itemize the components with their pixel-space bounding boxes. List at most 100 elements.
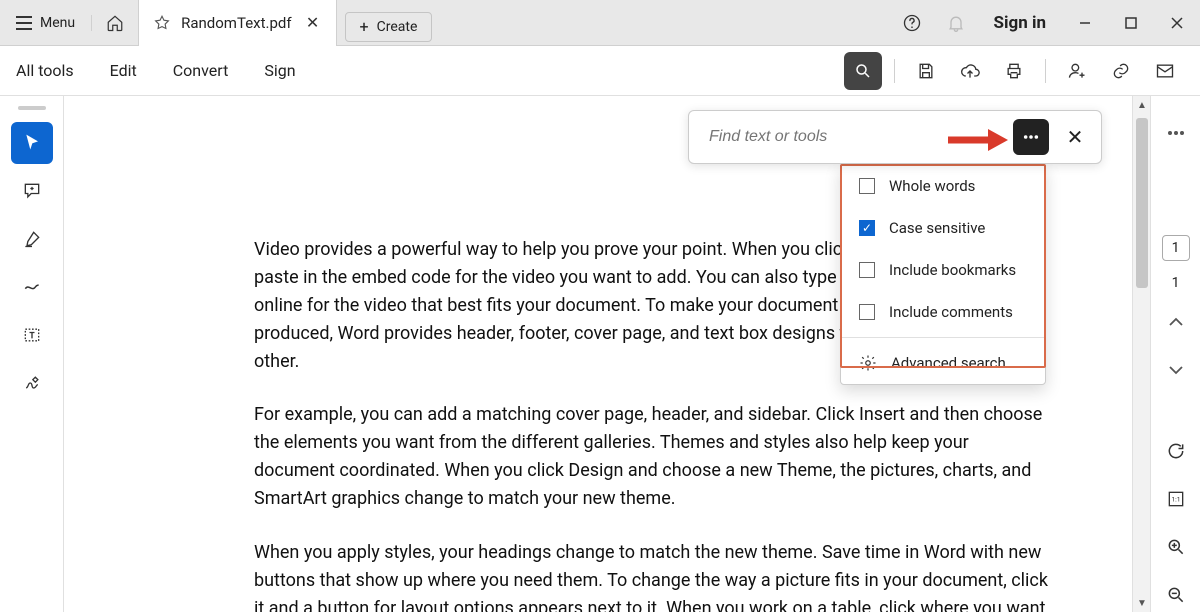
minimize-button[interactable] — [1062, 0, 1108, 46]
divider — [1045, 59, 1046, 83]
draw-tool[interactable] — [11, 266, 53, 308]
add-person-icon — [1067, 61, 1087, 81]
print-button[interactable] — [995, 52, 1033, 90]
comment-tool[interactable] — [11, 170, 53, 212]
option-label: Include bookmarks — [889, 261, 1016, 279]
checkbox-icon — [859, 304, 875, 320]
menu-convert[interactable]: Convert — [173, 61, 247, 80]
find-close-button[interactable]: ✕ — [1057, 119, 1093, 155]
add-people-button[interactable] — [1058, 52, 1096, 90]
minimize-icon — [1079, 17, 1091, 29]
highlighter-icon — [22, 229, 42, 249]
checkbox-icon — [859, 262, 875, 278]
find-button[interactable] — [844, 52, 882, 90]
highlight-tool[interactable] — [11, 218, 53, 260]
page-total: 1 — [1172, 275, 1180, 291]
ellipsis-icon — [1023, 134, 1039, 140]
plus-icon: + — [360, 17, 369, 36]
select-tool[interactable] — [11, 122, 53, 164]
create-button[interactable]: + Create — [345, 12, 433, 42]
rotate-icon — [1166, 441, 1186, 461]
maximize-button[interactable] — [1108, 0, 1154, 46]
close-icon — [1171, 17, 1183, 29]
hamburger-icon — [16, 16, 32, 30]
help-icon — [902, 13, 922, 33]
zoom-in-icon — [1166, 537, 1186, 557]
home-button[interactable] — [92, 0, 139, 46]
left-toolbar — [0, 96, 64, 612]
link-button[interactable] — [1102, 52, 1140, 90]
checkbox-icon — [859, 178, 875, 194]
page-down-button[interactable] — [1158, 353, 1194, 387]
panel-options-button[interactable] — [1158, 116, 1194, 150]
titlebar: Menu RandomText.pdf ✕ + Create Sign in — [0, 0, 1200, 46]
find-input[interactable] — [697, 128, 1013, 146]
scroll-thumb[interactable] — [1136, 118, 1148, 288]
page-up-button[interactable] — [1158, 305, 1194, 339]
close-window-button[interactable] — [1154, 0, 1200, 46]
right-panel: 1 1 1:1 — [1150, 96, 1200, 612]
option-case-sensitive[interactable]: Case sensitive — [841, 207, 1045, 249]
search-icon — [854, 62, 872, 80]
find-bar: ✕ — [688, 110, 1102, 164]
menu-label: Menu — [40, 15, 75, 31]
chevron-up-icon — [1169, 317, 1183, 327]
mail-icon — [1155, 61, 1175, 81]
option-label: Include comments — [889, 303, 1013, 321]
ellipsis-icon — [1167, 130, 1185, 136]
paragraph: For example, you can add a matching cove… — [254, 401, 1050, 513]
option-include-comments[interactable]: Include comments — [841, 291, 1045, 333]
document-tab[interactable]: RandomText.pdf ✕ — [139, 0, 336, 46]
star-icon — [153, 14, 171, 32]
home-icon — [106, 14, 124, 32]
pointer-icon — [22, 133, 42, 153]
create-label: Create — [377, 19, 418, 35]
signin-button[interactable]: Sign in — [978, 13, 1062, 33]
page-current[interactable]: 1 — [1162, 235, 1190, 262]
sign-tool[interactable] — [11, 362, 53, 404]
divider — [894, 59, 895, 83]
vertical-scrollbar[interactable]: ▲ ▼ — [1132, 96, 1150, 612]
checkbox-checked-icon — [859, 220, 875, 236]
tab-close-button[interactable]: ✕ — [302, 13, 324, 32]
cloud-upload-icon — [960, 61, 980, 81]
notifications-button[interactable] — [934, 0, 978, 46]
textbox-icon — [22, 325, 42, 345]
drag-handle[interactable] — [18, 106, 46, 110]
zoom-out-button[interactable] — [1158, 578, 1194, 612]
scroll-up-button[interactable]: ▲ — [1133, 96, 1150, 114]
cloud-upload-button[interactable] — [951, 52, 989, 90]
email-button[interactable] — [1146, 52, 1184, 90]
zoom-out-icon — [1166, 585, 1186, 605]
help-button[interactable] — [890, 0, 934, 46]
menu-sign[interactable]: Sign — [264, 61, 313, 80]
chevron-down-icon — [1169, 365, 1183, 375]
menu-alltools[interactable]: All tools — [16, 61, 92, 80]
paragraph: When you apply styles, your headings cha… — [254, 539, 1050, 612]
toolbar: All tools Edit Convert Sign — [0, 46, 1200, 96]
option-label: Whole words — [889, 177, 975, 195]
find-options-menu: Whole words Case sensitive Include bookm… — [840, 164, 1046, 385]
option-whole-words[interactable]: Whole words — [841, 165, 1045, 207]
save-icon — [916, 61, 936, 81]
option-include-bookmarks[interactable]: Include bookmarks — [841, 249, 1045, 291]
menu-edit[interactable]: Edit — [110, 61, 155, 80]
option-label: Advanced search — [891, 354, 1006, 372]
scroll-down-button[interactable]: ▼ — [1133, 594, 1150, 612]
find-options-button[interactable] — [1013, 119, 1049, 155]
draw-icon — [22, 277, 42, 297]
maximize-icon — [1125, 17, 1137, 29]
fit-page-button[interactable]: 1:1 — [1158, 482, 1194, 516]
textbox-tool[interactable] — [11, 314, 53, 356]
zoom-in-button[interactable] — [1158, 530, 1194, 564]
option-advanced-search[interactable]: Advanced search — [841, 342, 1045, 384]
fit-icon: 1:1 — [1166, 489, 1186, 509]
rotate-button[interactable] — [1158, 434, 1194, 468]
tab-title: RandomText.pdf — [181, 14, 291, 32]
print-icon — [1004, 61, 1024, 81]
save-button[interactable] — [907, 52, 945, 90]
menu-button[interactable]: Menu — [0, 15, 92, 31]
bell-icon — [946, 13, 966, 33]
pen-icon — [22, 373, 42, 393]
option-label: Case sensitive — [889, 219, 985, 237]
